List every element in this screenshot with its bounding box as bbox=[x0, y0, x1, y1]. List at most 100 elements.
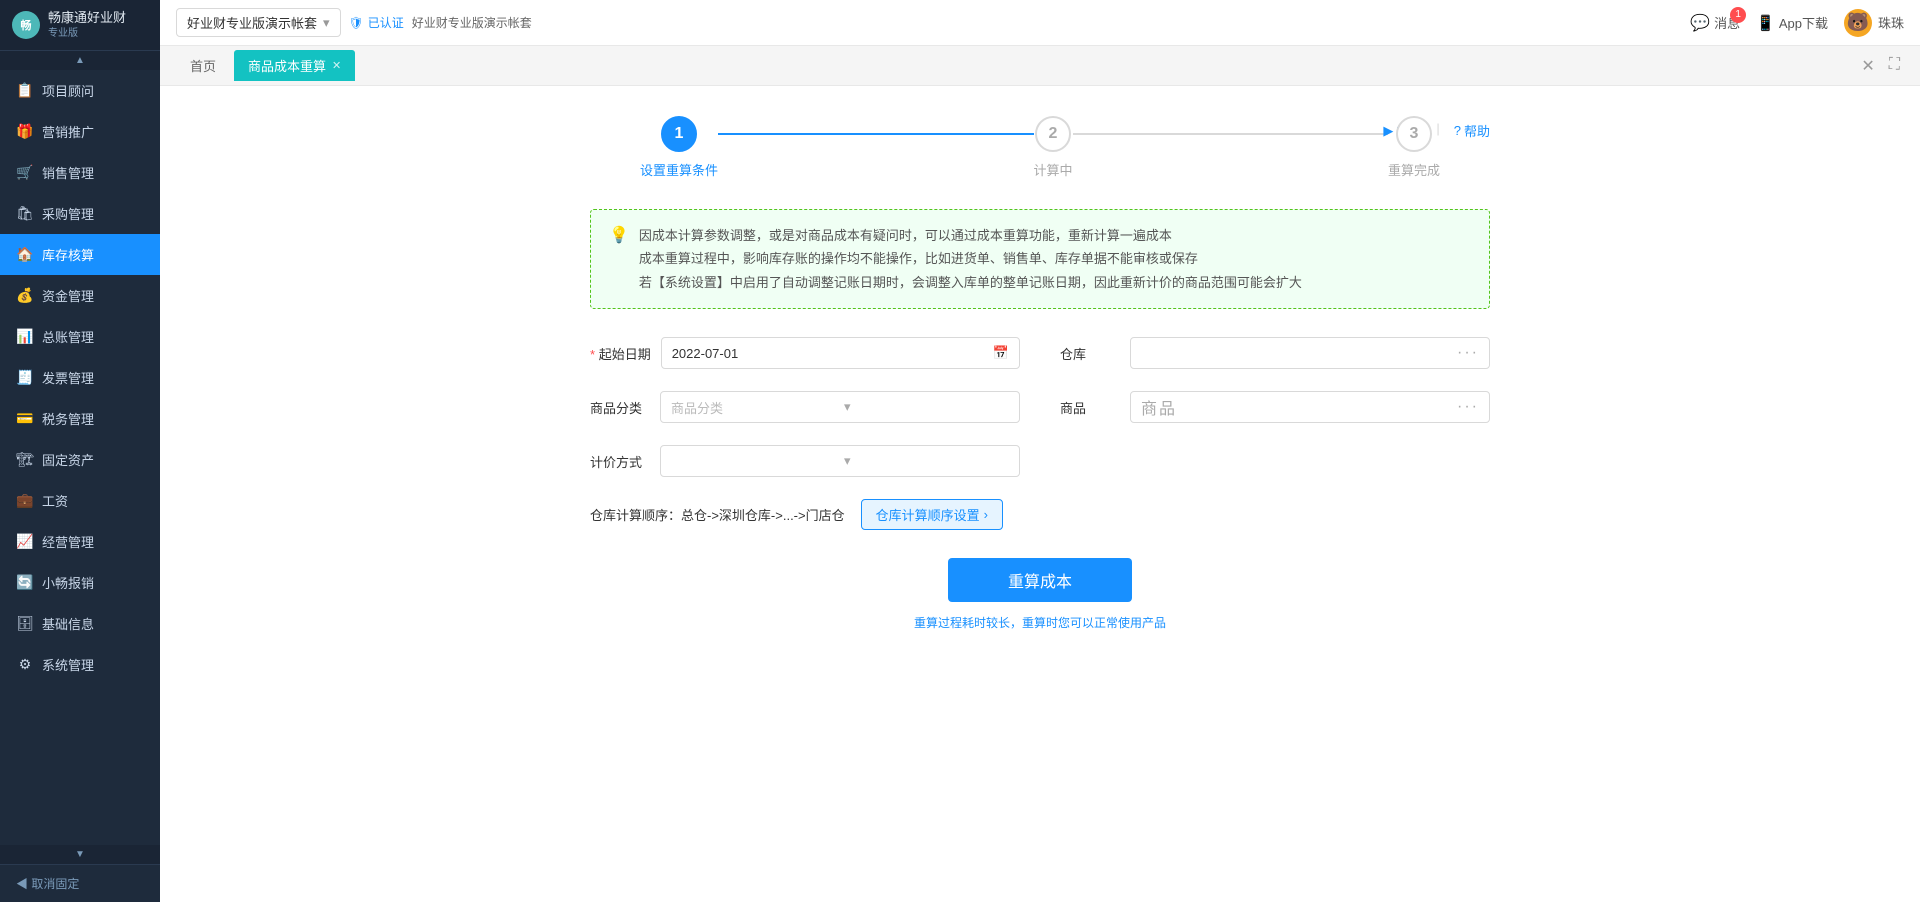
sidebar-item-expense[interactable]: 🔄 小畅报销 bbox=[0, 562, 160, 603]
sidebar-item-sales[interactable]: 🛒 销售管理 bbox=[0, 152, 160, 193]
sidebar-item-label: 库存核算 bbox=[42, 245, 94, 264]
tab-actions: ✕ ⛶ bbox=[1857, 54, 1904, 78]
sales-icon: 🛒 bbox=[16, 163, 34, 181]
recalc-button[interactable]: 重算成本 bbox=[948, 558, 1132, 602]
warehouse-field: 仓库 ··· bbox=[1060, 337, 1490, 369]
sidebar-item-invoice[interactable]: 🧾 发票管理 bbox=[0, 357, 160, 398]
account-selector[interactable]: 好业财专业版演示帐套 ▾ bbox=[176, 8, 341, 37]
sidebar-item-label: 发票管理 bbox=[42, 368, 94, 387]
step-3-label: 重算完成 bbox=[1388, 160, 1440, 179]
pricing-field: 计价方式 ▾ bbox=[590, 445, 1020, 477]
topbar-right: 💬 消息 1 📱 App下载 🐻 珠珠 bbox=[1690, 9, 1904, 37]
warehouse-order-btn[interactable]: 仓库计算顺序设置 › bbox=[861, 499, 1003, 530]
goods-input[interactable]: 商品 ··· bbox=[1130, 391, 1490, 423]
step-1-circle: 1 bbox=[661, 116, 697, 152]
chevron-right-icon: › bbox=[984, 507, 988, 522]
goods-label: 商品 bbox=[1060, 398, 1120, 417]
sidebar-item-finance[interactable]: 💰 资金管理 bbox=[0, 275, 160, 316]
warehouse-label: 仓库 bbox=[1060, 344, 1120, 363]
chevron-down-icon: ▾ bbox=[844, 453, 1009, 469]
start-date-input[interactable]: 📅 bbox=[661, 337, 1020, 369]
calendar-icon[interactable]: 📅 bbox=[993, 345, 1009, 361]
sidebar-item-tax[interactable]: 💳 税务管理 bbox=[0, 398, 160, 439]
pricing-label: 计价方式 bbox=[590, 452, 650, 471]
operation-icon: 📈 bbox=[16, 532, 34, 550]
step-1: 1 设置重算条件 bbox=[640, 116, 718, 179]
step-3: 3 重算完成 bbox=[1388, 116, 1440, 179]
category-field: 商品分类 商品分类 ▾ bbox=[590, 391, 1020, 423]
step-2-circle: 2 bbox=[1035, 116, 1071, 152]
start-date-value[interactable] bbox=[672, 346, 985, 361]
sidebar-item-system[interactable]: ⚙ 系统管理 bbox=[0, 644, 160, 685]
inventory-icon: 🏠 bbox=[16, 245, 34, 263]
sidebar-item-label: 营销推广 bbox=[42, 122, 94, 141]
purchase-icon: 🛍 bbox=[16, 204, 34, 222]
scroll-down-indicator: ▼ bbox=[0, 845, 160, 864]
close-window-icon[interactable]: ✕ bbox=[1857, 54, 1878, 78]
sidebar: 畅 畅康通好业财 专业版 ▲ 📋 项目顾问 🎁 营销推广 🛒 销售管理 🛍 采购… bbox=[0, 0, 160, 902]
chevron-down-icon: ▾ bbox=[323, 15, 330, 31]
sidebar-item-label: 总账管理 bbox=[42, 327, 94, 346]
user-name: 珠珠 bbox=[1878, 13, 1904, 32]
system-icon: ⚙ bbox=[16, 655, 34, 673]
sidebar-item-assets[interactable]: 🏗 固定资产 bbox=[0, 439, 160, 480]
action-area: 重算成本 重算过程耗时较长，重算时您可以正常使用产品 bbox=[590, 558, 1490, 631]
sidebar-item-label: 税务管理 bbox=[42, 409, 94, 428]
help-icon: ? bbox=[1454, 123, 1461, 138]
sidebar-item-label: 销售管理 bbox=[42, 163, 94, 182]
sidebar-item-operation[interactable]: 📈 经营管理 bbox=[0, 521, 160, 562]
sidebar-item-project[interactable]: 📋 项目顾问 bbox=[0, 70, 160, 111]
sidebar-item-purchase[interactable]: 🛍 采购管理 bbox=[0, 193, 160, 234]
warehouse-input[interactable]: ··· bbox=[1130, 337, 1490, 369]
app-download-button[interactable]: 📱 App下载 bbox=[1756, 13, 1828, 32]
sidebar-item-marketing[interactable]: 🎁 营销推广 bbox=[0, 111, 160, 152]
invoice-icon: 🧾 bbox=[16, 368, 34, 386]
messages-button[interactable]: 💬 消息 1 bbox=[1690, 13, 1740, 33]
sidebar-item-accounting[interactable]: 📊 总账管理 bbox=[0, 316, 160, 357]
sidebar-item-inventory[interactable]: 🏠 库存核算 bbox=[0, 234, 160, 275]
project-icon: 📋 bbox=[16, 81, 34, 99]
help-link[interactable]: ? 帮助 bbox=[1454, 121, 1490, 140]
sidebar-item-label: 系统管理 bbox=[42, 655, 94, 674]
main-area: 好业财专业版演示帐套 ▾ 🛡 已认证 好业财专业版演示帐套 💬 消息 1 📱 A… bbox=[160, 0, 1920, 902]
steps-section: 1 设置重算条件 2 计算中 3 重算完成 bbox=[590, 116, 1490, 179]
sidebar-item-salary[interactable]: 💼 工资 bbox=[0, 480, 160, 521]
warehouse-order-row: 仓库计算顺序：总仓->深圳仓库->...->门店仓 仓库计算顺序设置 › bbox=[590, 499, 1490, 530]
basic-icon: 🗄 bbox=[16, 614, 34, 632]
sidebar-item-basic[interactable]: 🗄 基础信息 bbox=[0, 603, 160, 644]
tab-home[interactable]: 首页 bbox=[176, 50, 230, 81]
pricing-select[interactable]: ▾ bbox=[660, 445, 1020, 477]
step-connector-2 bbox=[1073, 133, 1388, 135]
recalc-hint: 重算过程耗时较长，重算时您可以正常使用产品 bbox=[914, 614, 1166, 631]
category-placeholder: 商品分类 bbox=[671, 398, 836, 417]
shield-icon: 🛡 bbox=[349, 16, 364, 30]
sidebar-nav: 📋 项目顾问 🎁 营销推广 🛒 销售管理 🛍 采购管理 🏠 库存核算 💰 资金管… bbox=[0, 70, 160, 845]
marketing-icon: 🎁 bbox=[16, 122, 34, 140]
start-date-label: * 起始日期 bbox=[590, 344, 651, 363]
tab-home-label: 首页 bbox=[190, 56, 216, 75]
tab-recalc[interactable]: 商品成本重算 ✕ bbox=[234, 50, 355, 81]
sidebar-item-label: 项目顾问 bbox=[42, 81, 94, 100]
tab-recalc-label: 商品成本重算 bbox=[248, 56, 326, 75]
info-box: 💡 因成本计算参数调整，或是对商品成本有疑问时，可以通过成本重算功能，重新计算一… bbox=[590, 209, 1490, 309]
sidebar-item-label: 基础信息 bbox=[42, 614, 94, 633]
form-row-2: 商品分类 商品分类 ▾ 商品 商品 ··· bbox=[590, 391, 1490, 423]
unpin-button[interactable]: ◀ 取消固定 bbox=[0, 864, 160, 902]
expense-icon: 🔄 bbox=[16, 573, 34, 591]
step-2: 2 计算中 bbox=[1034, 116, 1073, 179]
app-download-label: App下载 bbox=[1779, 13, 1828, 32]
user-menu[interactable]: 🐻 珠珠 bbox=[1844, 9, 1904, 37]
form-row-3: 计价方式 ▾ bbox=[590, 445, 1490, 477]
tab-close-icon[interactable]: ✕ bbox=[332, 59, 341, 72]
topbar: 好业财专业版演示帐套 ▾ 🛡 已认证 好业财专业版演示帐套 💬 消息 1 📱 A… bbox=[160, 0, 1920, 46]
message-icon: 💬 bbox=[1690, 13, 1710, 33]
step-connector-1 bbox=[718, 133, 1033, 135]
verified-badge: 🛡 已认证 bbox=[349, 14, 404, 31]
goods-field: 商品 商品 ··· bbox=[1060, 391, 1490, 423]
assets-icon: 🏗 bbox=[16, 450, 34, 468]
tax-icon: 💳 bbox=[16, 409, 34, 427]
sidebar-item-label: 采购管理 bbox=[42, 204, 94, 223]
category-select[interactable]: 商品分类 ▾ bbox=[660, 391, 1020, 423]
maximize-icon[interactable]: ⛶ bbox=[1885, 54, 1904, 78]
scroll-up-indicator: ▲ bbox=[0, 51, 160, 70]
